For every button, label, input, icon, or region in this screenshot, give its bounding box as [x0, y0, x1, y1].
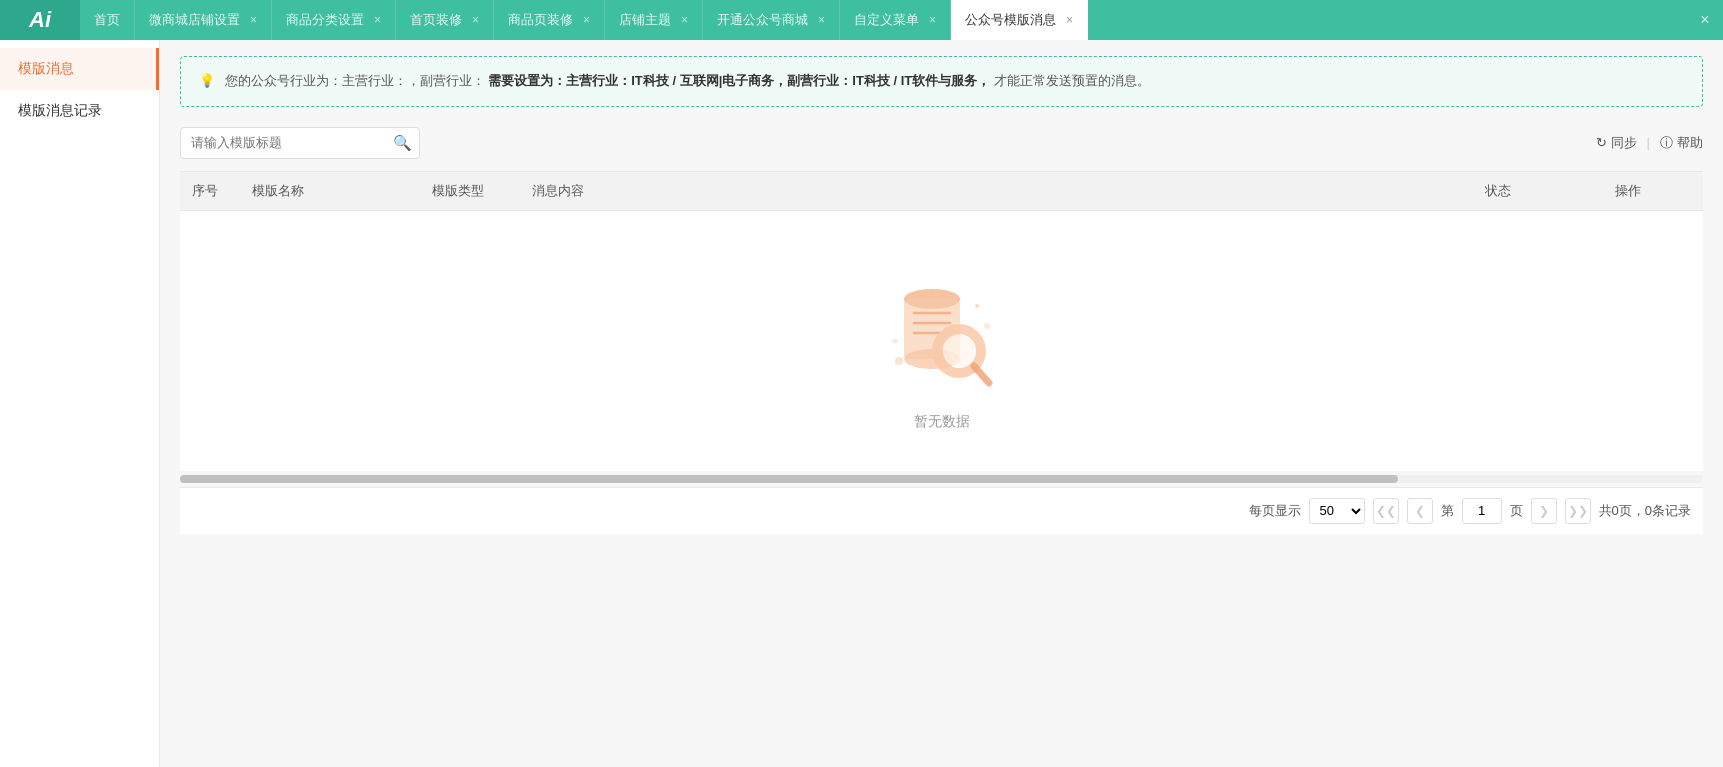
svg-point-12	[975, 304, 979, 308]
nav-tab-open-mall[interactable]: 开通公众号商城×	[703, 0, 840, 40]
info-prefix: 您的公众号行业为：主营行业：，副营行业：	[225, 73, 485, 88]
search-input[interactable]	[180, 127, 420, 159]
sync-button[interactable]: ↻ 同步	[1596, 134, 1637, 152]
sidebar: 模版消息模版消息记录	[0, 40, 160, 767]
svg-point-11	[984, 323, 990, 329]
col-header-action: 操作	[1603, 171, 1703, 210]
per-page-label: 每页显示	[1249, 502, 1301, 520]
prev-page-button[interactable]: ❮	[1407, 498, 1433, 524]
page-input[interactable]	[1462, 498, 1502, 524]
tab-close-category-settings[interactable]: ×	[374, 13, 381, 27]
empty-text: 暂无数据	[180, 413, 1703, 431]
page-label: 第	[1441, 502, 1454, 520]
tab-close-open-mall[interactable]: ×	[818, 13, 825, 27]
empty-illustration	[877, 271, 1007, 401]
sync-label: 同步	[1611, 134, 1637, 152]
col-header-content: 消息内容	[520, 171, 1473, 210]
help-button[interactable]: ⓘ 帮助	[1660, 134, 1703, 152]
nav-tabs: 首页微商城店铺设置×商品分类设置×首页装修×商品页装修×店铺主题×开通公众号商城…	[80, 0, 1687, 40]
total-info: 共0页，0条记录	[1599, 502, 1691, 520]
last-page-button[interactable]: ❯❯	[1565, 498, 1591, 524]
search-actions: ↻ 同步 | ⓘ 帮助	[1596, 134, 1703, 152]
svg-point-13	[892, 338, 897, 343]
tab-close-template-msg[interactable]: ×	[1066, 13, 1073, 27]
col-header-status: 状态	[1473, 171, 1603, 210]
nav-tab-template-msg[interactable]: 公众号模版消息×	[951, 0, 1088, 40]
per-page-select[interactable]: 50 10 20 100	[1309, 498, 1365, 524]
col-header-name: 模版名称	[240, 171, 420, 210]
col-header-type: 模版类型	[420, 171, 520, 210]
tab-close-product-decor[interactable]: ×	[583, 13, 590, 27]
info-banner: 💡 您的公众号行业为：主营行业：，副营行业： 需要设置为：主营行业：IT科技 /…	[180, 56, 1703, 107]
sidebar-item-template-history[interactable]: 模版消息记录	[0, 90, 159, 132]
svg-line-9	[974, 366, 989, 383]
close-all-button[interactable]: ×	[1687, 0, 1723, 40]
nav-tab-product-decor[interactable]: 商品页装修×	[494, 0, 605, 40]
col-header-seq: 序号	[180, 171, 240, 210]
search-wrap: 🔍	[180, 127, 420, 159]
table-header-row: 序号 模版名称 模版类型 消息内容 状态 操作	[180, 171, 1703, 210]
search-row: 🔍 ↻ 同步 | ⓘ 帮助	[180, 127, 1703, 159]
main-layout: 模版消息模版消息记录 💡 您的公众号行业为：主营行业：，副营行业： 需要设置为：…	[0, 40, 1723, 767]
nav-tab-custom-menu[interactable]: 自定义菜单×	[840, 0, 951, 40]
next-page-button[interactable]: ❯	[1531, 498, 1557, 524]
nav-tab-shop-settings[interactable]: 微商城店铺设置×	[135, 0, 272, 40]
info-suffix: 才能正常发送预置的消息。	[994, 73, 1150, 88]
help-icon: ⓘ	[1660, 134, 1673, 152]
nav-tab-home[interactable]: 首页	[80, 0, 135, 40]
scrollbar-thumb[interactable]	[180, 475, 1398, 483]
search-icon[interactable]: 🔍	[393, 134, 412, 152]
tab-close-homepage-decor[interactable]: ×	[472, 13, 479, 27]
nav-tab-category-settings[interactable]: 商品分类设置×	[272, 0, 396, 40]
content-area: 💡 您的公众号行业为：主营行业：，副营行业： 需要设置为：主营行业：IT科技 /…	[160, 40, 1723, 767]
svg-point-8	[943, 335, 975, 367]
empty-state: 暂无数据	[180, 211, 1703, 471]
data-table: 序号 模版名称 模版类型 消息内容 状态 操作	[180, 171, 1703, 471]
top-nav: Ai 首页微商城店铺设置×商品分类设置×首页装修×商品页装修×店铺主题×开通公众…	[0, 0, 1723, 40]
sidebar-item-template-msg[interactable]: 模版消息	[0, 48, 159, 90]
tab-close-shop-settings[interactable]: ×	[250, 13, 257, 27]
pagination-bar: 每页显示 50 10 20 100 ❮❮ ❮ 第 页 ❯ ❯❯ 共0页，0条记录	[180, 487, 1703, 534]
divider: |	[1647, 135, 1650, 150]
svg-point-10	[895, 357, 903, 365]
tab-close-shop-theme[interactable]: ×	[681, 13, 688, 27]
empty-row: 暂无数据	[180, 210, 1703, 471]
bulb-icon: 💡	[199, 73, 215, 88]
svg-point-3	[904, 289, 960, 309]
sync-icon: ↻	[1596, 135, 1607, 150]
nav-tab-homepage-decor[interactable]: 首页装修×	[396, 0, 494, 40]
tab-close-custom-menu[interactable]: ×	[929, 13, 936, 27]
nav-tab-shop-theme[interactable]: 店铺主题×	[605, 0, 703, 40]
first-page-button[interactable]: ❮❮	[1373, 498, 1399, 524]
horizontal-scrollbar[interactable]	[180, 475, 1703, 483]
info-highlight: 需要设置为：主营行业：IT科技 / 互联网|电子商务，副营行业：IT科技 / I…	[488, 73, 990, 88]
help-label: 帮助	[1677, 134, 1703, 152]
page-unit: 页	[1510, 502, 1523, 520]
app-logo: Ai	[0, 0, 80, 40]
